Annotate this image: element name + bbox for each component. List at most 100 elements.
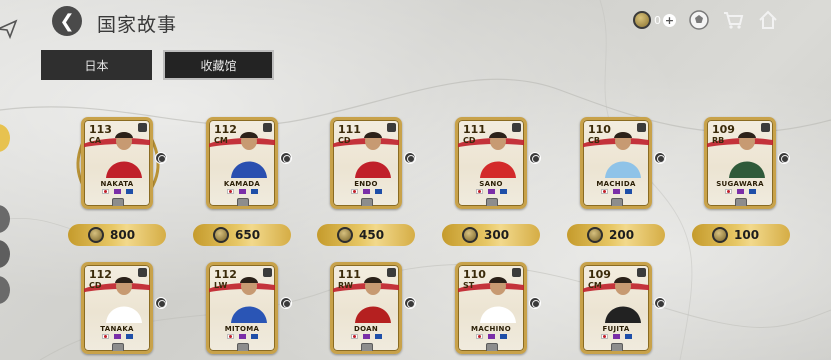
tab-japan[interactable]: 日本 xyxy=(41,50,152,80)
player-position: RB xyxy=(712,136,725,145)
card-flags xyxy=(84,189,150,194)
club-icon xyxy=(374,334,382,339)
card-flags xyxy=(458,334,524,339)
home-icon[interactable] xyxy=(757,9,779,31)
price-button[interactable]: 650 xyxy=(193,224,291,246)
japan-flag-icon xyxy=(101,334,109,339)
player-card[interactable]: 111 CD SANO xyxy=(455,117,527,209)
player-card[interactable]: 112 LW MITOMA xyxy=(206,262,278,354)
price-value: 300 xyxy=(484,228,510,242)
league-icon xyxy=(362,189,370,194)
untradeable-icon xyxy=(404,152,416,164)
card-flags xyxy=(333,189,399,194)
plus-icon[interactable]: + xyxy=(663,13,676,27)
card-flags xyxy=(583,334,649,339)
side-handle[interactable] xyxy=(0,240,10,268)
club-icon xyxy=(624,334,632,339)
card-flags xyxy=(583,189,649,194)
send-icon[interactable] xyxy=(0,18,18,40)
player-card[interactable]: 112 CM KAMADA xyxy=(206,117,278,209)
player-position: CD xyxy=(89,281,102,290)
card-chip-icon xyxy=(735,198,747,206)
club-badge-icon xyxy=(138,268,147,277)
club-icon xyxy=(624,189,632,194)
price-value: 200 xyxy=(609,228,635,242)
club-badge-icon xyxy=(263,123,272,132)
player-card[interactable]: 111 RW DOAN xyxy=(330,262,402,354)
football-icon[interactable] xyxy=(688,9,710,31)
price-button[interactable]: 200 xyxy=(567,224,665,246)
player-position: CB xyxy=(588,136,600,145)
japan-flag-icon xyxy=(475,334,483,339)
card-chip-icon xyxy=(611,343,623,351)
japan-flag-icon xyxy=(600,334,608,339)
cart-icon[interactable] xyxy=(722,9,744,31)
player-card[interactable]: 109 CM FUJITA xyxy=(580,262,652,354)
card-chip-icon xyxy=(112,198,124,206)
price-button[interactable]: 450 xyxy=(317,224,415,246)
coin-count: 0 xyxy=(654,13,661,27)
card-chip-icon xyxy=(486,343,498,351)
player-rating: 109 xyxy=(588,268,611,281)
player-card[interactable]: 112 CD TANAKA xyxy=(81,262,153,354)
price-value: 800 xyxy=(110,228,136,242)
player-rating: 109 xyxy=(712,123,735,136)
side-handle-gold[interactable] xyxy=(0,124,10,152)
coin-balance[interactable]: 0 + xyxy=(633,9,676,31)
coin-icon xyxy=(712,227,728,243)
player-name: TANAKA xyxy=(100,325,134,333)
club-badge-icon xyxy=(637,268,646,277)
tab-collection[interactable]: 收藏馆 xyxy=(163,50,274,80)
player-position: ST xyxy=(463,281,475,290)
untradeable-icon xyxy=(529,297,541,309)
untradeable-icon xyxy=(654,297,666,309)
player-rating: 113 xyxy=(89,123,112,136)
club-badge-icon xyxy=(761,123,770,132)
side-handle[interactable] xyxy=(0,276,10,304)
coin-icon xyxy=(462,227,478,243)
card-chip-icon xyxy=(361,343,373,351)
price-value: 100 xyxy=(734,228,760,242)
league-icon xyxy=(113,334,121,339)
page-title: 国家故事 xyxy=(97,14,178,36)
player-position: CD xyxy=(338,136,351,145)
price-value: 650 xyxy=(235,228,261,242)
price-button[interactable]: 300 xyxy=(442,224,540,246)
japan-flag-icon xyxy=(350,189,358,194)
player-rating: 112 xyxy=(89,268,112,281)
player-name: MACHINO xyxy=(471,325,511,333)
player-rating: 111 xyxy=(463,123,486,136)
player-position: CM xyxy=(588,281,602,290)
league-icon xyxy=(612,334,620,339)
coin-icon xyxy=(587,227,603,243)
back-button[interactable]: ❮ xyxy=(52,6,82,36)
price-button[interactable]: 100 xyxy=(692,224,790,246)
card-flags xyxy=(707,189,773,194)
player-card[interactable]: 110 CB MACHIDA xyxy=(580,117,652,209)
card-chip-icon xyxy=(112,343,124,351)
player-card[interactable]: 111 CD ENDO xyxy=(330,117,402,209)
club-icon xyxy=(748,189,756,194)
side-handle[interactable] xyxy=(0,205,10,233)
card-chip-icon xyxy=(611,198,623,206)
league-icon xyxy=(238,189,246,194)
player-card[interactable]: 110 ST MACHINO xyxy=(455,262,527,354)
untradeable-icon xyxy=(155,152,167,164)
player-name: FUJITA xyxy=(602,325,630,333)
player-position: LW xyxy=(214,281,228,290)
card-flags xyxy=(458,189,524,194)
league-icon xyxy=(487,189,495,194)
player-card[interactable]: 113 CA NAKATA xyxy=(81,117,153,209)
japan-flag-icon xyxy=(226,189,234,194)
club-icon xyxy=(125,334,133,339)
card-chip-icon xyxy=(237,198,249,206)
player-name: SUGAWARA xyxy=(716,180,764,188)
player-card[interactable]: 109 RB SUGAWARA xyxy=(704,117,776,209)
player-name: ENDO xyxy=(354,180,378,188)
card-chip-icon xyxy=(486,198,498,206)
league-icon xyxy=(238,334,246,339)
player-position: CM xyxy=(214,136,228,145)
japan-flag-icon xyxy=(226,334,234,339)
player-name: MITOMA xyxy=(224,325,260,333)
price-button[interactable]: 800 xyxy=(68,224,166,246)
